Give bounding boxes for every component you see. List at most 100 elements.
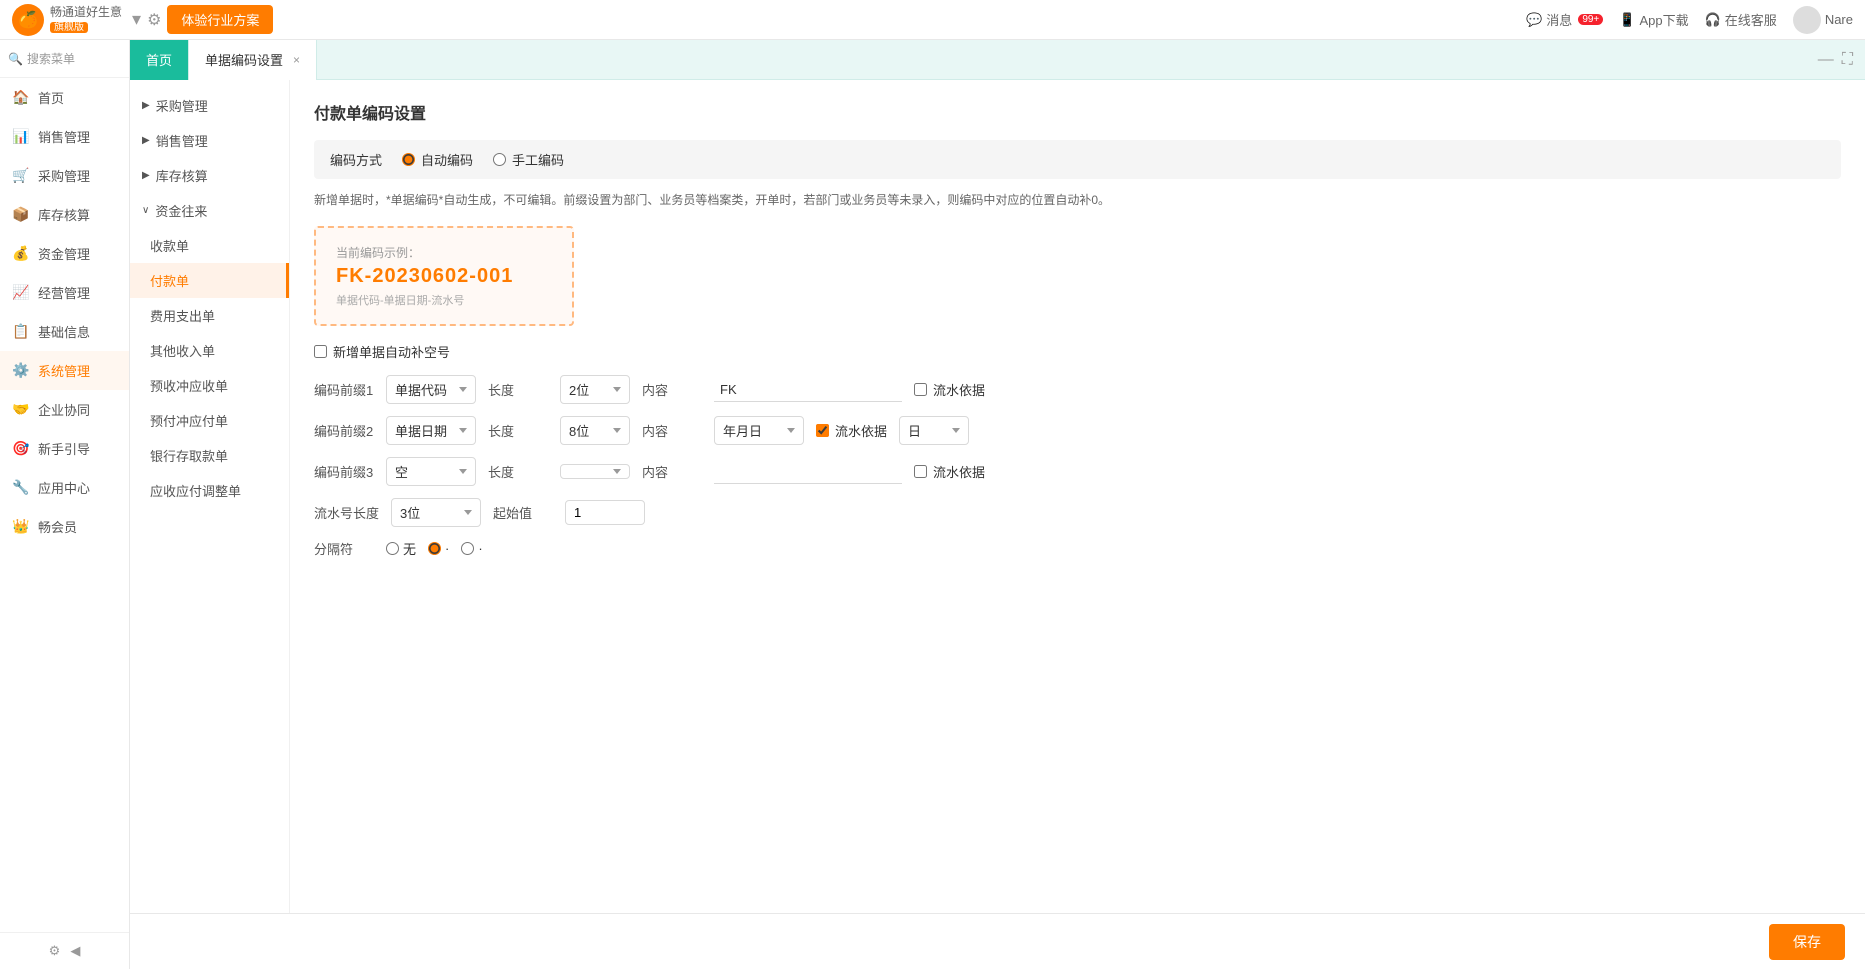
sidebar-item-enterprise[interactable]: 🤝 企业协同 [0, 390, 129, 429]
finance-icon: 💰 [12, 245, 30, 263]
logo-icon: 🍊 [12, 4, 44, 36]
sub-sidebar-group-capital-title[interactable]: ∨ 资金往来 [130, 193, 289, 228]
enterprise-icon: 🤝 [12, 401, 30, 419]
serial-length-select[interactable]: 3位 [391, 498, 481, 527]
separator-none-label[interactable]: 无 [386, 539, 416, 558]
sidebar-item-newguide[interactable]: 🎯 新手引导 [0, 429, 129, 468]
phone-icon: 📱 [1619, 12, 1635, 28]
tab-encoding[interactable]: 单据编码设置 × [189, 40, 317, 80]
form-area: 付款单编码设置 编码方式 自动编码 手工编码 新增单据时，*单据编码*自动生成，… [290, 80, 1865, 913]
sub-sidebar-item-adjustment[interactable]: 应收应付调整单 [130, 473, 289, 508]
sidebar-item-basic[interactable]: 📋 基础信息 [0, 312, 129, 351]
prefix1-select[interactable]: 单据代码 [386, 375, 476, 404]
app-download-btn[interactable]: 📱 App下载 [1619, 10, 1688, 29]
save-button[interactable]: 保存 [1769, 924, 1845, 960]
sub-sidebar-item-other-income[interactable]: 其他收入单 [130, 333, 289, 368]
sub-sidebar-item-expense[interactable]: 费用支出单 [130, 298, 289, 333]
stream2-unit-select[interactable]: 日 [899, 416, 969, 445]
prefix3-label: 编码前缀3 [314, 462, 374, 481]
bottom-bar: 保存 [130, 913, 1865, 969]
sub-sidebar-item-advance-offset[interactable]: 预付冲应付单 [130, 403, 289, 438]
sidebar-item-sales[interactable]: 📊 销售管理 [0, 117, 129, 156]
separator-dot-label[interactable]: · [428, 541, 449, 556]
settings-icon[interactable]: ⚙ [147, 10, 161, 30]
separator-dot-radio[interactable] [428, 542, 441, 555]
sub-sidebar-group-inventory-title[interactable]: ▶ 库存核算 [130, 158, 289, 193]
prefix1-label: 编码前缀1 [314, 380, 374, 399]
encoding-mode-label: 编码方式 [330, 150, 382, 169]
stream3-checkbox-group: 流水依据 [914, 462, 985, 481]
sidebar-bottom: ⚙ ◀ [0, 932, 129, 969]
sidebar-item-appcenter[interactable]: 🔧 应用中心 [0, 468, 129, 507]
example-code: FK-20230602-001 [336, 265, 552, 288]
start-value-label: 起始值 [493, 503, 553, 522]
tab-expand-icon[interactable]: ⛶ [1842, 51, 1853, 69]
logo: 🍊 畅通道好生意 旗舰版 [12, 4, 122, 36]
separator-dot2-radio[interactable] [461, 542, 474, 555]
length1-select[interactable]: 2位 [560, 375, 630, 404]
tab-home[interactable]: 首页 [130, 40, 189, 80]
manual-encode-radio-label[interactable]: 手工编码 [493, 150, 564, 169]
stream1-checkbox[interactable] [914, 383, 927, 396]
sidebar-item-system[interactable]: ⚙️ 系统管理 [0, 351, 129, 390]
sub-sidebar-group-sales-title[interactable]: ▶ 销售管理 [130, 123, 289, 158]
nav-arrow[interactable]: ▾ [132, 9, 141, 30]
topbar-nav: ▾ ⚙ 体验行业方案 [132, 5, 273, 34]
stream3-checkbox[interactable] [914, 465, 927, 478]
content2-arrow [787, 428, 795, 433]
sidebar-settings-icon[interactable]: ⚙ [49, 943, 61, 959]
auto-encode-radio[interactable] [402, 153, 415, 166]
user-info[interactable]: Nare [1793, 6, 1853, 34]
sub-sidebar-group-purchase-title[interactable]: ▶ 采购管理 [130, 88, 289, 123]
sub-sidebar-item-payment[interactable]: 付款单 [130, 263, 289, 298]
separator-none-radio[interactable] [386, 542, 399, 555]
length2-label: 长度 [488, 421, 548, 440]
sidebar-item-home[interactable]: 🏠 首页 [0, 78, 129, 117]
content1-label: 内容 [642, 380, 702, 399]
sidebar-item-member[interactable]: 👑 畅会员 [0, 507, 129, 546]
example-label: 当前编码示例： [336, 244, 552, 261]
online-service-btn[interactable]: 🎧 在线客服 [1705, 10, 1777, 29]
sales-icon: 📊 [12, 128, 30, 146]
content3-input [714, 460, 902, 484]
message-btn[interactable]: 💬 消息 99+ [1526, 10, 1603, 29]
topbar: 🍊 畅通道好生意 旗舰版 ▾ ⚙ 体验行业方案 💬 消息 99+ 📱 App下载… [0, 0, 1865, 40]
stream2-unit-arrow [952, 428, 960, 433]
sub-sidebar-group-inventory: ▶ 库存核算 [130, 158, 289, 193]
form-row-1: 编码前缀1 单据代码 长度 2位 内容 流水依据 [314, 375, 1841, 404]
operation-icon: 📈 [12, 284, 30, 302]
system-icon: ⚙️ [12, 362, 30, 380]
sub-sidebar-group-sales: ▶ 销售管理 [130, 123, 289, 158]
sub-sidebar-item-prepaid-offset[interactable]: 预收冲应收单 [130, 368, 289, 403]
stream3-label: 流水依据 [933, 462, 985, 481]
sidebar-item-operation[interactable]: 📈 经营管理 [0, 273, 129, 312]
length2-select[interactable]: 8位 [560, 416, 630, 445]
headset-icon: 🎧 [1705, 12, 1721, 28]
auto-zero-row: 新增单据自动补空号 [314, 342, 1841, 361]
separator-dot2-label[interactable]: · [461, 541, 482, 556]
sidebar-collapse-icon[interactable]: ◀ [70, 943, 80, 959]
sidebar-item-inventory[interactable]: 📦 库存核算 [0, 195, 129, 234]
tab-close-icon[interactable]: × [293, 53, 300, 67]
auto-zero-checkbox[interactable] [314, 345, 327, 358]
content2-select[interactable]: 年月日 [714, 416, 804, 445]
newguide-icon: 🎯 [12, 440, 30, 458]
auto-encode-radio-label[interactable]: 自动编码 [402, 150, 473, 169]
length3-select[interactable] [560, 464, 630, 479]
sidebar-search[interactable]: 🔍 搜索菜单 [0, 40, 129, 78]
tab-minimize-icon[interactable]: — [1818, 51, 1834, 69]
sidebar-item-purchase[interactable]: 🛒 采购管理 [0, 156, 129, 195]
sidebar-item-finance[interactable]: 💰 资金管理 [0, 234, 129, 273]
prefix2-select[interactable]: 单据日期 [386, 416, 476, 445]
industry-btn[interactable]: 体验行业方案 [167, 5, 273, 34]
prefix3-select[interactable]: 空 [386, 457, 476, 486]
inventory-icon: 📦 [12, 206, 30, 224]
stream2-checkbox[interactable] [816, 424, 829, 437]
start-value-input[interactable] [565, 500, 645, 525]
sub-sidebar-item-receipt[interactable]: 收款单 [130, 228, 289, 263]
manual-encode-radio[interactable] [493, 153, 506, 166]
logo-text: 畅通道好生意 旗舰版 [50, 5, 122, 34]
stream2-label: 流水依据 [835, 421, 887, 440]
sub-sidebar-item-bank-deposit[interactable]: 银行存取款单 [130, 438, 289, 473]
stream1-checkbox-group: 流水依据 [914, 380, 985, 399]
